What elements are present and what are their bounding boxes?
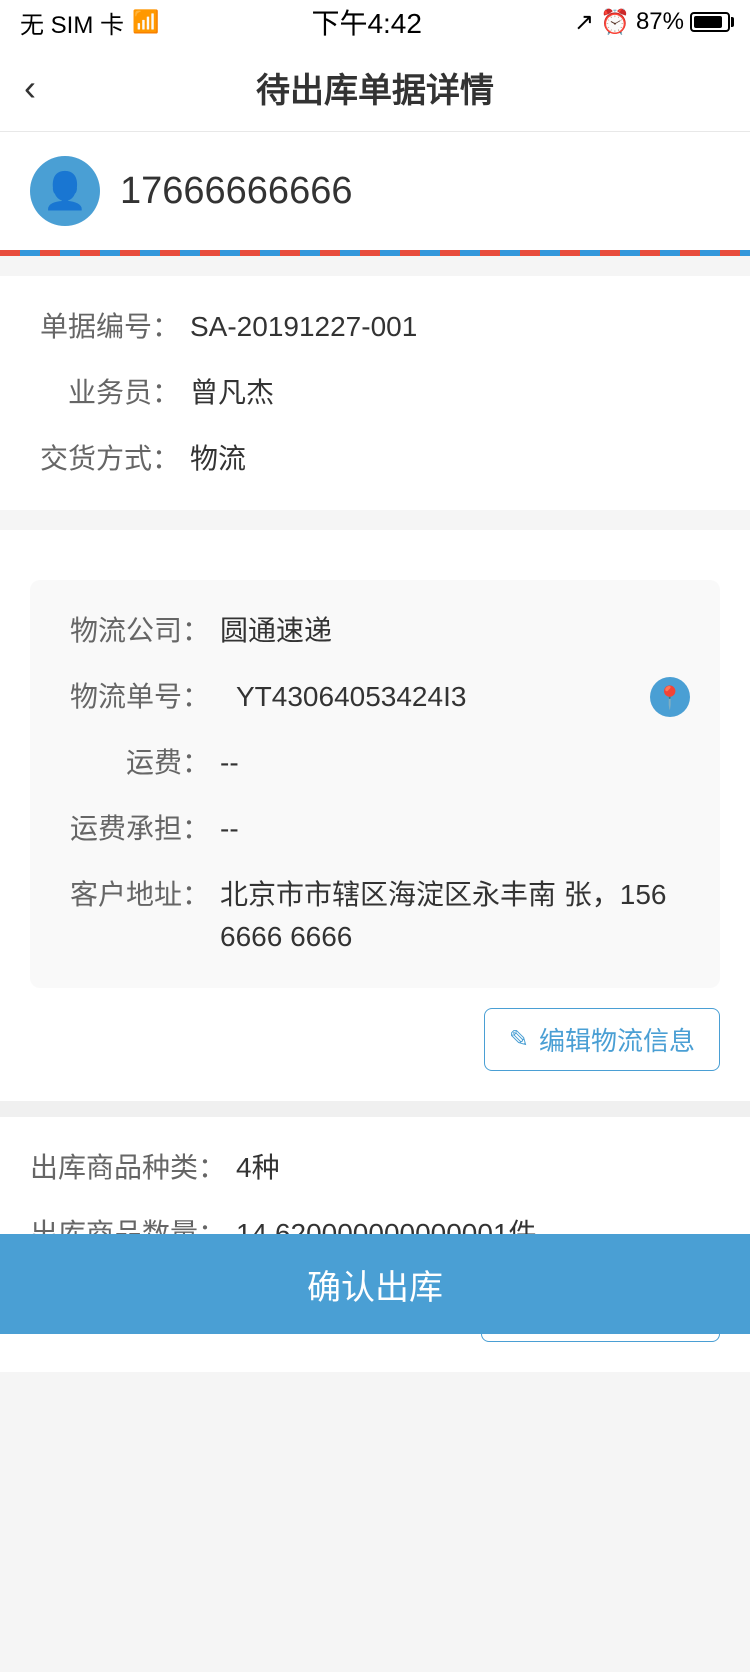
alarm-icon: ⏰ (600, 8, 630, 37)
dashed-separator (0, 250, 750, 256)
user-row: 👤 17666666666 (0, 132, 750, 250)
order-number-row: 单据编号： SA-20191227-001 (30, 306, 720, 348)
nav-bar: ‹ 待出库单据详情 (0, 44, 750, 132)
address-value: 北京市市辖区海淀区永丰南 张，156 6666 6666 (220, 874, 690, 958)
address-row: 客户地址： 北京市市辖区海淀区永丰南 张，156 6666 6666 (60, 874, 690, 958)
battery-icon (690, 12, 730, 32)
salesman-value: 曾凡杰 (190, 372, 720, 414)
confirm-button[interactable]: 确认出库 (307, 1260, 443, 1309)
logistics-company-value: 圆通速递 (220, 610, 690, 652)
confirm-bar: 确认出库 (0, 1234, 750, 1334)
status-time: 下午4:42 (311, 2, 422, 42)
location-pin-icon[interactable]: 📍 (650, 677, 690, 717)
goods-type-label: 出库商品种类： (30, 1147, 236, 1189)
salesman-row: 业务员： 曾凡杰 (30, 372, 720, 414)
tracking-number-value: YT43064053424I3 (236, 676, 634, 718)
delivery-method-row: 交货方式： 物流 (30, 438, 720, 480)
section-divider (0, 1101, 750, 1117)
logistics-card: 物流公司： 圆通速递 物流单号： YT43064053424I3 📍 运费： -… (30, 580, 720, 988)
goods-type-row: 出库商品种类： 4种 (30, 1147, 720, 1189)
carrier-text: 无 SIM 卡 (20, 5, 124, 40)
battery-percent: 87% (636, 8, 684, 36)
freight-bear-row: 运费承担： -- (60, 808, 690, 850)
delivery-method-value: 物流 (190, 438, 720, 480)
back-button[interactable]: ‹ (24, 67, 36, 109)
page-title: 待出库单据详情 (256, 63, 494, 112)
edit-logistics-label: 编辑物流信息 (539, 1021, 695, 1058)
goods-type-value: 4种 (236, 1147, 720, 1189)
avatar: 👤 (30, 156, 100, 226)
status-bar: 无 SIM 卡 📶 下午4:42 ↗ ⏰ 87% (0, 0, 750, 44)
logistics-section: 物流公司： 圆通速递 物流单号： YT43064053424I3 📍 运费： -… (0, 530, 750, 1101)
freight-value: -- (220, 742, 690, 784)
bottom-spacer (0, 1372, 750, 1572)
edit-logistics-container: ✎ 编辑物流信息 (30, 1008, 720, 1071)
freight-label: 运费： (60, 742, 220, 784)
pin-icon: 📍 (656, 681, 683, 714)
freight-bear-label: 运费承担： (60, 808, 220, 850)
tracking-number-label: 物流单号： (60, 676, 220, 718)
order-number-value: SA-20191227-001 (190, 306, 720, 348)
wifi-icon: 📶 (132, 9, 159, 35)
battery-fill (694, 16, 722, 28)
basic-info-section: 单据编号： SA-20191227-001 业务员： 曾凡杰 交货方式： 物流 (0, 276, 750, 510)
order-number-label: 单据编号： (30, 306, 190, 348)
logistics-company-label: 物流公司： (60, 610, 220, 652)
avatar-icon: 👤 (43, 170, 88, 212)
freight-row: 运费： -- (60, 742, 690, 784)
tracking-number-row: 物流单号： YT43064053424I3 📍 (60, 676, 690, 718)
delivery-method-label: 交货方式： (30, 438, 190, 480)
edit-logistics-button[interactable]: ✎ 编辑物流信息 (484, 1008, 720, 1071)
logistics-company-row: 物流公司： 圆通速递 (60, 610, 690, 652)
freight-bear-value: -- (220, 808, 690, 850)
location-icon: ↗ (574, 8, 594, 37)
status-right: ↗ ⏰ 87% (574, 8, 730, 37)
edit-icon: ✎ (509, 1025, 529, 1054)
status-left: 无 SIM 卡 📶 (20, 5, 159, 40)
salesman-label: 业务员： (30, 372, 190, 414)
user-phone: 17666666666 (120, 170, 352, 213)
address-label: 客户地址： (60, 874, 220, 916)
